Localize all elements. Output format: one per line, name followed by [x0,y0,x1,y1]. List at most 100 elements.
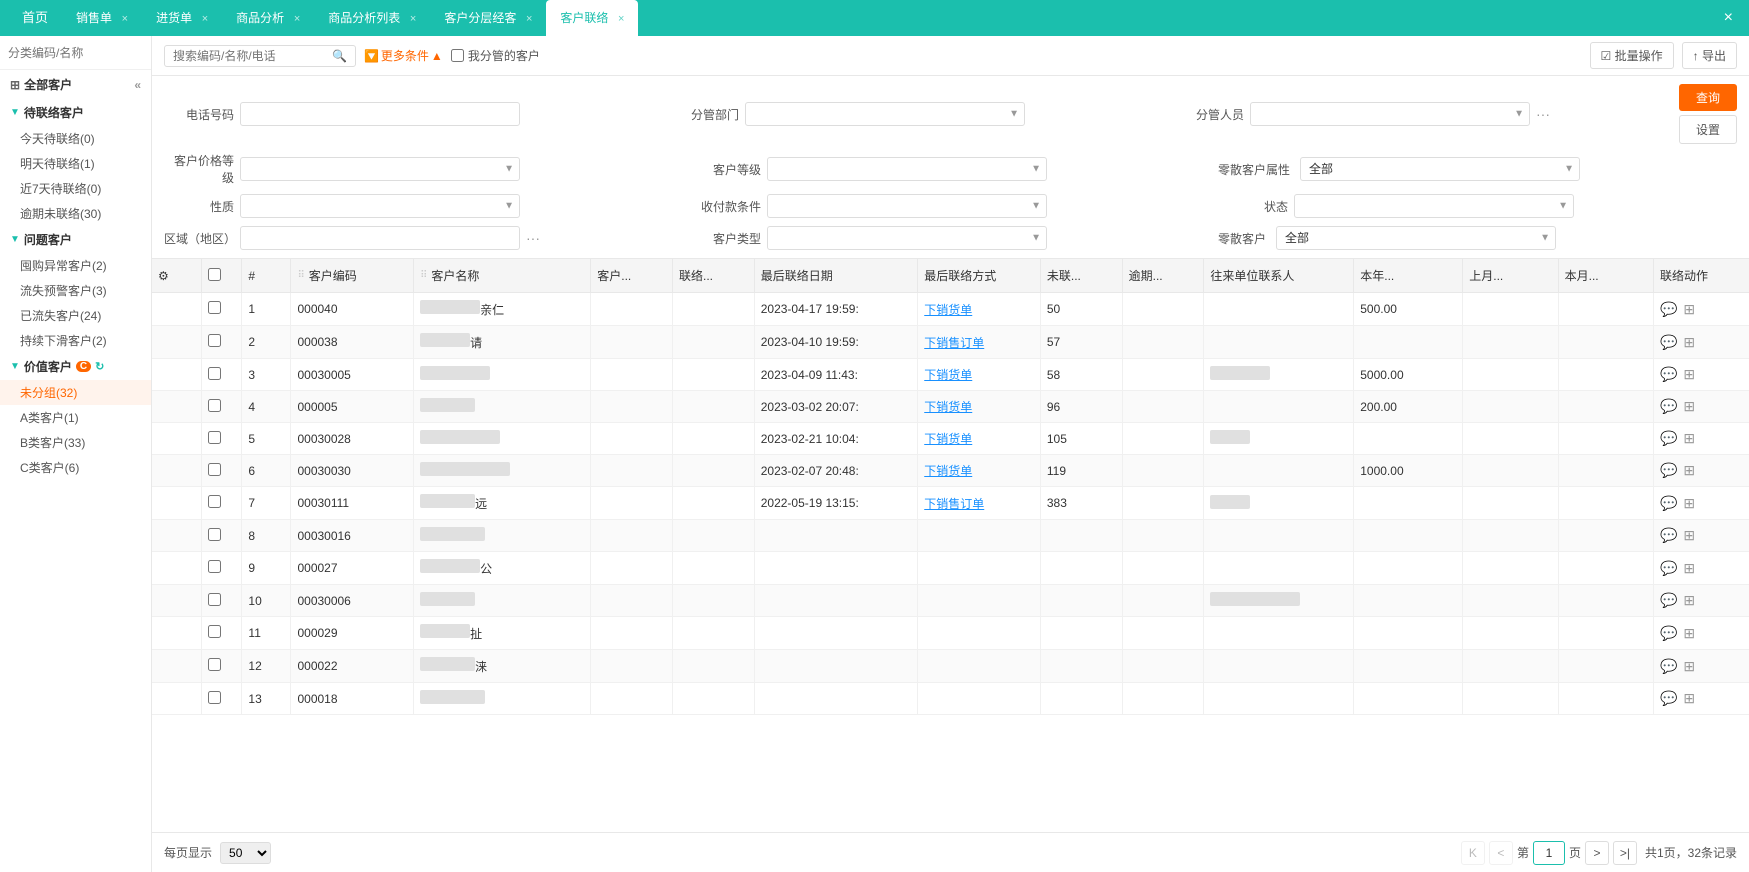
sidebar-item-abnormal[interactable]: 囤购异常客户(2) [0,253,151,278]
chat-icon[interactable]: 💬 [1660,334,1677,351]
export-button[interactable]: ↑ 导出 [1682,42,1737,69]
retail-cust-select[interactable]: 全部 [1276,226,1556,250]
gender-select[interactable] [240,194,520,218]
contact-way-link[interactable]: 下销货单 [924,303,972,317]
contact-way-link[interactable]: 下销货单 [924,464,972,478]
filter-search-icon[interactable]: 🔍 [332,49,347,63]
staff-select[interactable] [1250,102,1530,126]
nav-tab-analysis-list[interactable]: 商品分析列表 × [314,0,430,36]
page-size-select[interactable]: 10 20 50 100 [220,842,271,864]
chat-icon[interactable]: 💬 [1660,658,1677,675]
chat-icon[interactable]: 💬 [1660,301,1677,318]
retail-attr-select[interactable]: 全部 [1300,157,1580,181]
last-page-button[interactable]: >| [1613,841,1637,865]
grid-action-icon[interactable]: ⊞ [1683,462,1695,479]
row-checkbox[interactable] [208,431,221,444]
row-checkbox[interactable] [208,691,221,704]
sidebar-problem-group[interactable]: ▼ 问题客户 [0,226,151,253]
close-tab-purchase-icon[interactable]: × [202,13,208,25]
row-checkbox[interactable] [208,367,221,380]
reset-button[interactable]: 设置 [1679,115,1737,144]
row-checkbox[interactable] [208,625,221,638]
close-tab-analysis-icon[interactable]: × [294,13,300,25]
contact-way-link[interactable]: 下销货单 [924,400,972,414]
grid-action-icon[interactable]: ⊞ [1683,690,1695,707]
current-page-input[interactable] [1533,841,1565,865]
grid-action-icon[interactable]: ⊞ [1683,301,1695,318]
grid-action-icon[interactable]: ⊞ [1683,495,1695,512]
contact-way-link[interactable]: 下销货单 [924,432,972,446]
grid-action-icon[interactable]: ⊞ [1683,334,1695,351]
first-page-button[interactable]: K [1461,841,1485,865]
chat-icon[interactable]: 💬 [1660,462,1677,479]
grid-action-icon[interactable]: ⊞ [1683,625,1695,642]
query-button[interactable]: 查询 [1679,84,1737,111]
row-checkbox[interactable] [208,334,221,347]
grid-action-icon[interactable]: ⊞ [1683,592,1695,609]
next-page-button[interactable]: > [1585,841,1609,865]
row-checkbox[interactable] [208,399,221,412]
level-select[interactable] [767,157,1047,181]
status-select[interactable] [1294,194,1574,218]
sidebar-item-7day-pending[interactable]: 近7天待联络(0) [0,176,151,201]
prev-page-button[interactable]: < [1489,841,1513,865]
grid-action-icon[interactable]: ⊞ [1683,430,1695,447]
payment-select[interactable] [767,194,1047,218]
row-checkbox[interactable] [208,528,221,541]
chat-icon[interactable]: 💬 [1660,366,1677,383]
nav-tab-customer-contact[interactable]: 客户联络 × [546,0,638,36]
sidebar-value-group[interactable]: ▼ 价值客户 C ↻ [0,353,151,380]
chat-icon[interactable]: 💬 [1660,398,1677,415]
sidebar-search-input[interactable] [8,46,152,60]
grid-action-icon[interactable]: ⊞ [1683,527,1695,544]
grid-action-icon[interactable]: ⊞ [1683,398,1695,415]
nav-tab-sales[interactable]: 销售单 × [62,0,142,36]
window-close-button[interactable]: × [1716,9,1741,27]
row-checkbox[interactable] [208,593,221,606]
nav-tab-customer-seg[interactable]: 客户分层经客 × [430,0,546,36]
sidebar-item-class-c[interactable]: C类客户(6) [0,455,151,480]
row-checkbox[interactable] [208,658,221,671]
sidebar-item-tomorrow-pending[interactable]: 明天待联络(1) [0,151,151,176]
sidebar-item-churn-warning[interactable]: 流失预警客户(3) [0,278,151,303]
sidebar-item-class-b[interactable]: B类客户(33) [0,430,151,455]
region-more-button[interactable]: ··· [526,230,540,246]
close-tab-contact-icon[interactable]: × [618,13,624,25]
chat-icon[interactable]: 💬 [1660,625,1677,642]
chat-icon[interactable]: 💬 [1660,592,1677,609]
sidebar-pending-group[interactable]: ▼ 待联络客户 [0,99,151,126]
select-all-checkbox[interactable] [208,268,221,281]
sidebar-item-churned[interactable]: 已流失客户(24) [0,303,151,328]
contact-way-link[interactable]: 下销货单 [924,368,972,382]
sidebar-item-declining[interactable]: 持续下滑客户(2) [0,328,151,353]
chat-icon[interactable]: 💬 [1660,560,1677,577]
nav-tab-purchase[interactable]: 进货单 × [142,0,222,36]
col-settings-header[interactable]: ⚙ [152,259,201,293]
price-select[interactable] [240,157,520,181]
refresh-icon[interactable]: ↻ [95,360,104,373]
my-customers-checkbox[interactable] [451,49,464,62]
batch-ops-button[interactable]: ☑ 批量操作 [1590,42,1674,69]
chat-icon[interactable]: 💬 [1660,495,1677,512]
row-checkbox[interactable] [208,301,221,314]
region-input[interactable] [240,226,520,250]
sidebar-item-class-a[interactable]: A类客户(1) [0,405,151,430]
close-tab-seg-icon[interactable]: × [526,13,532,25]
row-checkbox[interactable] [208,463,221,476]
more-conditions-toggle[interactable]: 🔽 更多条件 ▲ [364,47,443,64]
sidebar-all-customers[interactable]: ⊞ 全部客户 « [0,70,151,99]
contact-way-link[interactable]: 下销售订单 [924,336,984,350]
chat-icon[interactable]: 💬 [1660,690,1677,707]
nav-tab-analysis[interactable]: 商品分析 × [222,0,314,36]
staff-more-button[interactable]: ··· [1536,106,1550,122]
sidebar-item-overdue-pending[interactable]: 逾期未联络(30) [0,201,151,226]
grid-action-icon[interactable]: ⊞ [1683,366,1695,383]
nav-home[interactable]: 首页 [8,0,62,36]
grid-action-icon[interactable]: ⊞ [1683,560,1695,577]
row-checkbox[interactable] [208,560,221,573]
sidebar-item-today-pending[interactable]: 今天待联络(0) [0,126,151,151]
settings-icon[interactable]: ⚙ [158,269,169,283]
close-tab-sales-icon[interactable]: × [122,13,128,25]
row-checkbox[interactable] [208,495,221,508]
contact-way-link[interactable]: 下销售订单 [924,497,984,511]
